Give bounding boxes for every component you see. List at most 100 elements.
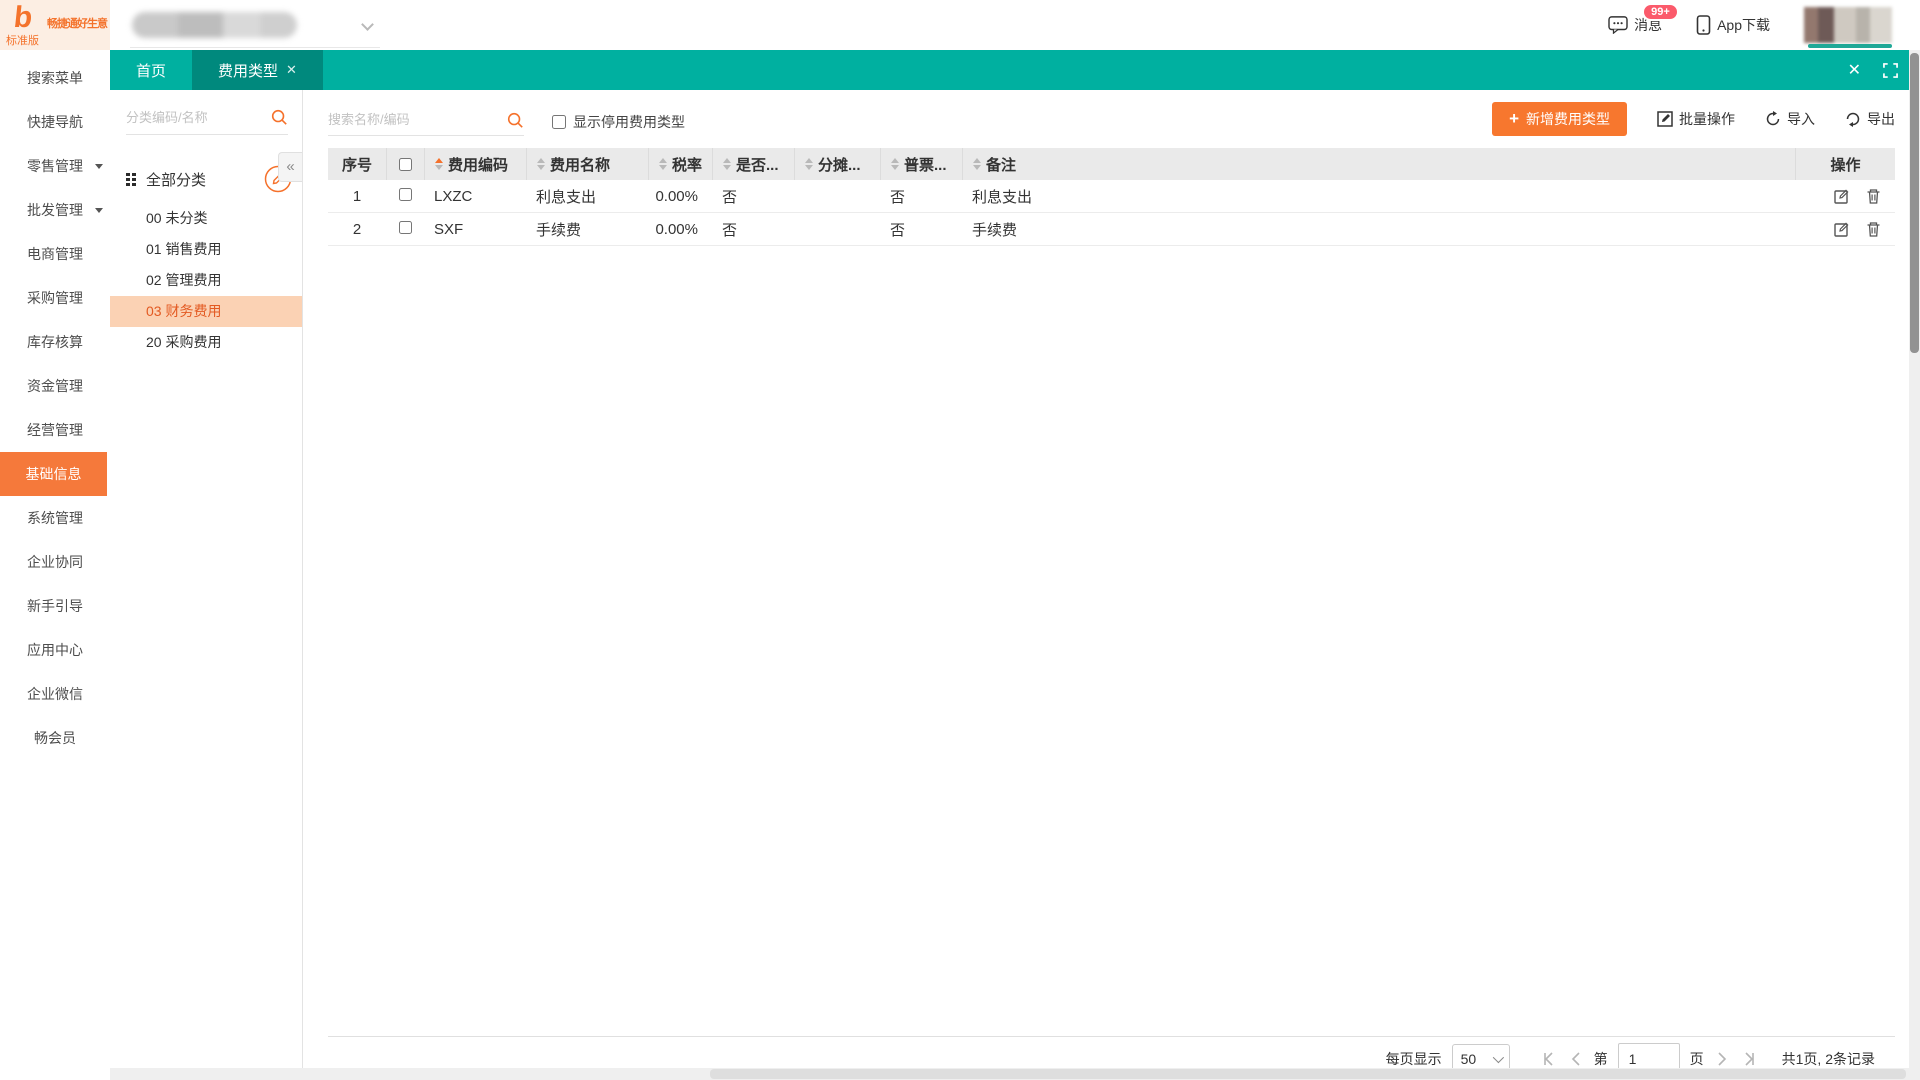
add-expense-type-button[interactable]: + 新增费用类型 (1492, 102, 1627, 136)
select-all-checkbox[interactable] (399, 157, 412, 171)
cell-seq: 2 (352, 220, 362, 238)
user-avatar[interactable] (1804, 7, 1892, 48)
app-download-button[interactable]: App下载 (1696, 15, 1770, 35)
column-header-flag1[interactable]: 是否... (712, 148, 794, 180)
sidebar-item-beginner-guide[interactable]: 新手引导 (0, 584, 110, 628)
sidebar-item-inventory[interactable]: 库存核算 (0, 320, 110, 364)
horizontal-scrollbar[interactable] (110, 1068, 1920, 1080)
column-header-code[interactable]: 费用编码 (424, 148, 526, 180)
category-root[interactable]: 全部分类 (126, 165, 302, 193)
cell-rate: 0.00% (655, 187, 698, 205)
category-list: 00 未分类 01 销售费用 02 管理费用 03 财务费用 20 采购费用 (110, 203, 302, 358)
avatar-underline (1808, 44, 1892, 48)
chevron-down-icon (361, 18, 374, 31)
import-icon (1766, 111, 1780, 126)
import-button[interactable]: 导入 (1765, 109, 1815, 129)
next-page-button[interactable] (1714, 1051, 1730, 1066)
brand-name: 畅捷通好生意 (47, 18, 108, 30)
row-checkbox[interactable] (398, 220, 412, 234)
per-page-label: 每页显示 (1385, 1050, 1442, 1067)
sidebar-item-member[interactable]: 畅会员 (0, 716, 110, 760)
horizontal-scrollbar-thumb[interactable] (710, 1069, 1906, 1079)
pagination-summary: 共1页, 2条记录 (1781, 1050, 1875, 1067)
sort-icon[interactable] (805, 158, 813, 170)
vertical-scrollbar-thumb[interactable] (1910, 53, 1919, 353)
app-window: b 畅捷通好生意 标准版 搜索菜单 快捷导航 零售管理 批发管理 电商管理 采购… (0, 0, 1920, 1080)
search-icon[interactable] (270, 108, 288, 126)
org-name-redacted (132, 11, 297, 38)
edit-row-icon[interactable] (1834, 188, 1850, 204)
cell-flag1: 否 (722, 188, 738, 206)
org-selector[interactable] (130, 2, 380, 48)
category-panel: 全部分类 « 00 未分类 01 销售费用 02 管理费用 03 财务费用 20… (110, 90, 303, 1080)
search-icon[interactable] (506, 111, 524, 129)
sort-icon[interactable] (723, 158, 731, 170)
brand-edition: 标准版 (6, 35, 39, 47)
tab-expense-type[interactable]: 费用类型 ✕ (192, 50, 323, 90)
sort-icon[interactable] (891, 158, 899, 170)
table-row[interactable]: 2 SXF 手续费 0.00% 否 否 手续费 (328, 213, 1895, 246)
app-download-label: App下载 (1717, 17, 1770, 33)
sidebar-item-ecommerce[interactable]: 电商管理 (0, 232, 110, 276)
sidebar-item-search-menu[interactable]: 搜索菜单 (0, 56, 110, 100)
vertical-scrollbar[interactable] (1909, 50, 1920, 1068)
cell-remark: 利息支出 (972, 188, 1033, 206)
category-item-unclassified[interactable]: 00 未分类 (110, 203, 302, 234)
chevron-down-icon (1492, 1051, 1504, 1063)
avatar-image-redacted (1804, 7, 1892, 43)
sidebar-item-system[interactable]: 系统管理 (0, 496, 110, 540)
sort-icon[interactable] (973, 158, 981, 170)
close-all-tabs-icon[interactable]: ✕ (1848, 50, 1861, 90)
column-header-remark[interactable]: 备注 (962, 148, 1795, 180)
sidebar-item-wholesale[interactable]: 批发管理 (0, 188, 110, 232)
first-page-button[interactable] (1538, 1051, 1558, 1066)
cell-name: 利息支出 (536, 188, 597, 206)
column-header-flag2[interactable]: 分摊... (794, 148, 880, 180)
collapse-panel-button[interactable]: « (278, 152, 302, 182)
last-page-button[interactable] (1740, 1051, 1760, 1066)
sidebar-nav: 搜索菜单 快捷导航 零售管理 批发管理 电商管理 采购管理 库存核算 资金管理 … (0, 50, 110, 760)
delete-row-icon[interactable] (1866, 188, 1881, 204)
category-item-sales[interactable]: 01 销售费用 (110, 234, 302, 265)
prev-page-button[interactable] (1568, 1051, 1584, 1066)
cell-flag3: 否 (890, 188, 906, 206)
delete-row-icon[interactable] (1866, 221, 1881, 237)
table-row[interactable]: 1 LXZC 利息支出 0.00% 否 否 利息支出 (328, 180, 1895, 213)
category-item-purchase[interactable]: 20 采购费用 (110, 327, 302, 358)
tab-home[interactable]: 首页 (110, 50, 192, 90)
sort-icon[interactable] (537, 158, 545, 170)
edit-row-icon[interactable] (1834, 221, 1850, 237)
cell-code: LXZC (434, 187, 473, 205)
fullscreen-icon[interactable] (1883, 50, 1898, 90)
sidebar-item-purchase[interactable]: 采购管理 (0, 276, 110, 320)
sort-icon[interactable] (435, 158, 443, 170)
export-button[interactable]: 导出 (1845, 109, 1895, 129)
sidebar-item-wechat-work[interactable]: 企业微信 (0, 672, 110, 716)
sidebar-item-app-center[interactable]: 应用中心 (0, 628, 110, 672)
sidebar-item-funds[interactable]: 资金管理 (0, 364, 110, 408)
table-search-input[interactable] (328, 112, 506, 127)
plus-icon: + (1509, 109, 1519, 128)
show-disabled-label: 显示停用费用类型 (573, 114, 685, 130)
category-item-finance[interactable]: 03 财务费用 (110, 296, 302, 327)
show-disabled-checkbox[interactable] (552, 115, 566, 129)
sidebar-item-basic-info[interactable]: 基础信息 (0, 452, 107, 496)
category-item-admin[interactable]: 02 管理费用 (110, 265, 302, 296)
sidebar-item-operations[interactable]: 经营管理 (0, 408, 110, 452)
sidebar-item-retail[interactable]: 零售管理 (0, 144, 110, 188)
sort-icon[interactable] (659, 158, 667, 170)
batch-edit-icon (1657, 111, 1673, 127)
column-header-rate[interactable]: 税率 (648, 148, 712, 180)
sidebar-item-collaboration[interactable]: 企业协同 (0, 540, 110, 584)
content: 全部分类 « 00 未分类 01 销售费用 02 管理费用 03 财务费用 20… (110, 90, 1920, 1080)
batch-operations-button[interactable]: 批量操作 (1657, 109, 1735, 129)
column-header-name[interactable]: 费用名称 (526, 148, 648, 180)
brand-logo-icon: b (12, 1, 35, 34)
messages-button[interactable]: 消息 99+ (1608, 3, 1679, 35)
row-checkbox[interactable] (398, 187, 412, 201)
category-search-input[interactable] (126, 109, 270, 125)
close-tab-icon[interactable]: ✕ (286, 62, 297, 78)
column-header-flag3[interactable]: 普票... (880, 148, 962, 180)
sidebar-item-quick-nav[interactable]: 快捷导航 (0, 100, 110, 144)
export-icon (1846, 112, 1860, 127)
